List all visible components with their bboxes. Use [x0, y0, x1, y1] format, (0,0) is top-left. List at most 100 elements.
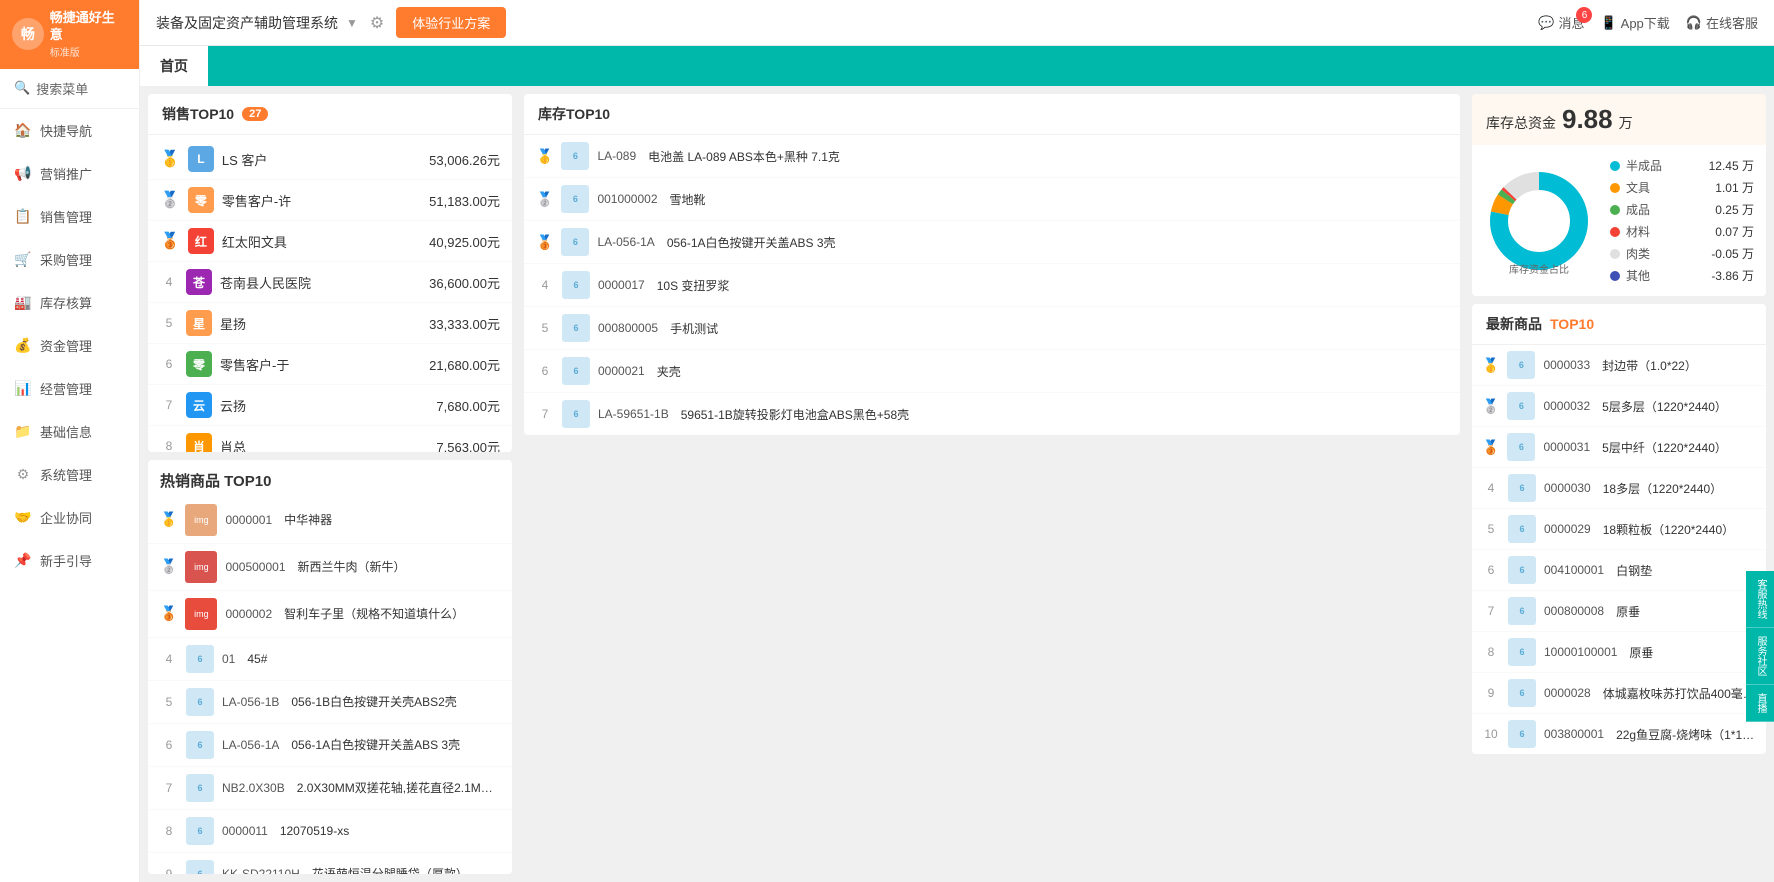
hot-product-row: 6 6 LA-056-1A 056-1A白色按键开关盖ABS 3壳 — [148, 724, 512, 767]
product-code: 0000028 — [1544, 686, 1591, 700]
system-title-area: 装备及固定资产辅助管理系统 ▼ — [156, 13, 358, 33]
inventory-summary-card: 库存总资金 9.88 万 库存资金占比 半成品 12.45 万 文具 — [1472, 94, 1766, 296]
sidebar-item-purchase[interactable]: 🛒 采购管理 — [0, 238, 139, 281]
top-customers-title: 销售TOP10 — [162, 104, 234, 124]
customer-row: 4 苍 苍南县人民医院 36,600.00元 — [148, 262, 512, 303]
sidebar-search[interactable]: 🔍 搜索菜单 — [0, 69, 139, 109]
customer-amount: 7,680.00元 — [436, 396, 500, 415]
sidebar-item-finance[interactable]: 💰 资金管理 — [0, 324, 139, 367]
rank-icon: 🥉 — [536, 234, 553, 251]
dropdown-icon[interactable]: ▼ — [346, 16, 358, 30]
customer-name: 星扬 — [220, 314, 421, 333]
legend-name: 其他 — [1626, 267, 1705, 284]
hot-product-row: 5 6 LA-056-1B 056-1B白色按键开关壳ABS2壳 — [148, 681, 512, 724]
inventory-products-header: 库存TOP10 — [524, 94, 1460, 135]
sidebar-item-guide[interactable]: 📌 新手引导 — [0, 539, 139, 582]
customer-amount: 33,333.00元 — [429, 314, 500, 333]
legend-item: 其他 -3.86 万 — [1610, 267, 1754, 284]
customer-amount: 21,680.00元 — [429, 355, 500, 374]
donut-chart: 库存资金占比 — [1484, 166, 1594, 276]
product-thumb: 6 — [1508, 597, 1536, 625]
product-name: 5层中纤（1220*2440） — [1602, 439, 1756, 456]
online-service[interactable]: 🎧 在线客服 — [1686, 13, 1758, 32]
product-thumb: 6 — [1508, 638, 1536, 666]
float-btn-live[interactable]: 直播 — [1746, 685, 1774, 722]
new-products-list: 🥇 6 0000033 封边带（1.0*22） 🥈 6 0000032 5层多层… — [1472, 345, 1766, 754]
rank-num: 6 — [536, 364, 554, 378]
product-name: 电池盖 LA-089 ABS本色+黑种 7.1克 — [648, 148, 1448, 165]
rank-icon: 🥈 — [160, 558, 177, 575]
inventory-product-row: 7 6 LA-59651-1B 59651-1B旋转投影灯电池盒ABS黑色+58… — [524, 393, 1460, 435]
headset-icon: 🎧 — [1686, 15, 1702, 31]
sidebar-item-collab[interactable]: 🤝 企业协同 — [0, 496, 139, 539]
product-name: 白钢垫 — [1616, 562, 1756, 579]
product-name: 手机测试 — [670, 320, 1448, 337]
float-btn-community[interactable]: 服务社区 — [1746, 628, 1774, 685]
top-customers-list: 🥇 L LS 客户 53,006.26元 🥈 零 零售客户-许 51,183.0… — [148, 135, 512, 452]
product-thumb: 6 — [1508, 515, 1536, 543]
inventory-products-card: 库存TOP10 🥇 6 LA-089 电池盖 LA-089 ABS本色+黑种 7… — [524, 94, 1460, 435]
trial-button[interactable]: 体验行业方案 — [396, 7, 506, 38]
product-name: 夹壳 — [657, 363, 1448, 380]
inventory-icon: 🏭 — [14, 293, 32, 311]
finance-icon: 💰 — [14, 336, 32, 354]
customer-amount: 51,183.00元 — [429, 191, 500, 210]
inventory-products-list: 🥇 6 LA-089 电池盖 LA-089 ABS本色+黑种 7.1克 🥈 6 … — [524, 135, 1460, 435]
tab-home[interactable]: 首页 — [140, 46, 208, 86]
new-products-header: 最新商品 TOP10 — [1472, 304, 1766, 345]
float-btn-service[interactable]: 客服热线 — [1746, 571, 1774, 628]
header: 装备及固定资产辅助管理系统 ▼ ⚙ 体验行业方案 💬 消息 6 📱 App下载 … — [140, 0, 1774, 46]
rank-icon: 🥇 — [160, 149, 180, 169]
product-code: 0000017 — [598, 278, 645, 292]
hot-products-list: 🥇 img 0000001 中华神器 🥈 img 000500001 新西兰牛肉… — [148, 497, 512, 874]
sidebar-item-operations[interactable]: 📊 经营管理 — [0, 367, 139, 410]
rank-num: 4 — [1482, 481, 1500, 495]
sidebar-item-label: 企业协同 — [40, 508, 92, 527]
customer-row: 5 星 星扬 33,333.00元 — [148, 303, 512, 344]
app-download[interactable]: 📱 App下载 — [1600, 13, 1669, 32]
inventory-product-row: 🥇 6 LA-089 电池盖 LA-089 ABS本色+黑种 7.1克 — [524, 135, 1460, 178]
product-code: 10000100001 — [1544, 645, 1617, 659]
legend-name: 半成品 — [1626, 157, 1703, 174]
rank-icon: 🥈 — [1482, 398, 1499, 415]
legend-dot — [1610, 227, 1620, 237]
sidebar-item-marketing[interactable]: 📢 营销推广 — [0, 152, 139, 195]
legend-dot — [1610, 183, 1620, 193]
product-code: 0000001 — [225, 513, 272, 527]
new-products-card: 最新商品 TOP10 🥇 6 0000033 封边带（1.0*22） 🥈 6 0… — [1472, 304, 1766, 754]
product-thumb: 6 — [561, 185, 589, 213]
sidebar-item-label: 新手引导 — [40, 551, 92, 570]
product-code: 0000030 — [1544, 481, 1591, 495]
sidebar-item-sales[interactable]: 📋 销售管理 — [0, 195, 139, 238]
basics-icon: 📁 — [14, 422, 32, 440]
app-version: 标准版 — [50, 44, 127, 59]
rank-num: 5 — [160, 316, 178, 330]
hot-products-title: 热销商品 TOP10 — [148, 460, 512, 497]
inventory-product-row: 🥉 6 LA-056-1A 056-1A白色按键开关盖ABS 3壳 — [524, 221, 1460, 264]
product-code: 01 — [222, 652, 235, 666]
top-customers-card: 销售TOP10 27 🥇 L LS 客户 53,006.26元 🥈 零 零售客户… — [148, 94, 512, 452]
rank-num: 6 — [160, 357, 178, 371]
product-thumb: 6 — [186, 860, 214, 874]
sidebar-item-inventory[interactable]: 🏭 库存核算 — [0, 281, 139, 324]
new-product-row: 4 6 0000030 18多层（1220*2440） — [1472, 468, 1766, 509]
sidebar-item-quicknav[interactable]: 🏠 快捷导航 — [0, 109, 139, 152]
customer-avatar: 星 — [186, 310, 212, 336]
product-code: 0000011 — [222, 824, 268, 838]
product-name: 雪地靴 — [670, 191, 1448, 208]
sidebar-menu: 🏠 快捷导航 📢 营销推广 📋 销售管理 🛒 采购管理 🏭 库存核算 💰 资金管… — [0, 109, 139, 882]
message-icon: 💬 — [1538, 15, 1554, 31]
product-thumb: 6 — [1507, 351, 1535, 379]
sidebar-item-system[interactable]: ⚙ 系统管理 — [0, 453, 139, 496]
product-name: 原垂 — [1629, 644, 1756, 661]
product-thumb: 6 — [561, 142, 589, 170]
messages-badge[interactable]: 💬 消息 6 — [1538, 13, 1584, 32]
inventory-product-row: 6 6 0000021 夹壳 — [524, 350, 1460, 393]
donut-svg — [1484, 166, 1594, 276]
gear-icon[interactable]: ⚙ — [370, 13, 384, 33]
sidebar-item-basics[interactable]: 📁 基础信息 — [0, 410, 139, 453]
app-download-label: App下载 — [1621, 13, 1670, 32]
product-thumb: 6 — [1507, 433, 1535, 461]
product-thumb: 6 — [562, 357, 590, 385]
legend-value: 1.01 万 — [1715, 179, 1754, 196]
